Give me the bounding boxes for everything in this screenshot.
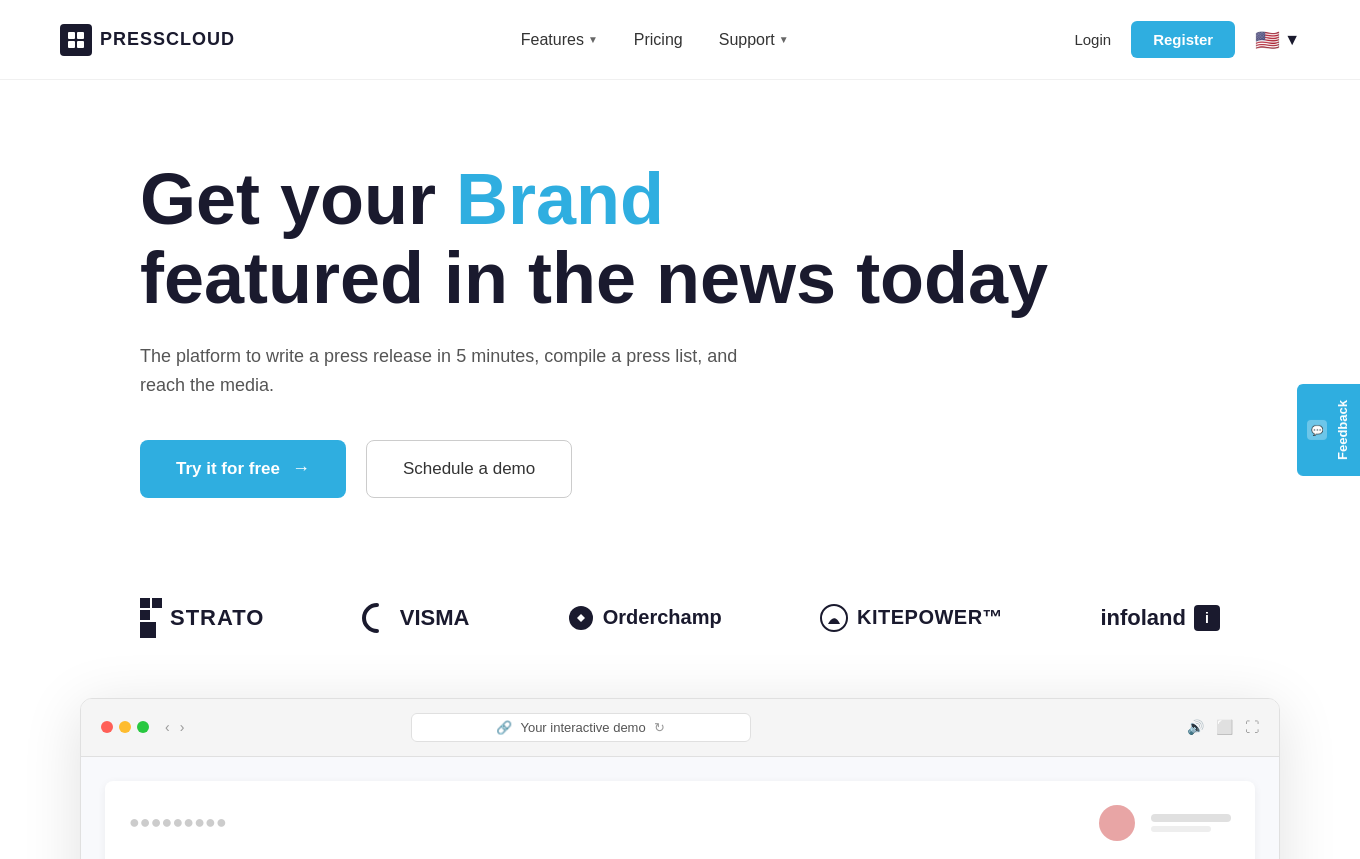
browser-url-bar[interactable]: 🔗 Your interactive demo ↻ [411,713,751,742]
user-role-line [1151,826,1211,832]
back-icon[interactable]: ‹ [165,719,170,735]
nav-actions: Login Register 🇺🇸 ▼ [1074,21,1300,58]
browser-bar: ‹ › 🔗 Your interactive demo ↻ 🔊 ⬜ ⛶ [81,699,1279,757]
logo-icon [60,24,92,56]
dot-yellow [119,721,131,733]
strato-logo: STRATO [140,598,264,638]
register-button[interactable]: Register [1131,21,1235,58]
strato-icon [140,598,162,638]
infoland-icon: i [1194,605,1220,631]
hero-section: Get your Brand featured in the news toda… [0,80,1360,558]
hero-subtitle: The platform to write a press release in… [140,342,780,400]
logo-text: PRESSCLOUD [100,29,235,50]
orderchamp-label: Orderchamp [603,606,722,629]
orderchamp-icon [567,604,595,632]
hero-brand-word: Brand [456,159,664,239]
nav-features[interactable]: Features ▼ [521,31,598,49]
lang-chevron-icon: ▼ [1284,31,1300,49]
browser-nav-icons: ‹ › [165,719,184,735]
orderchamp-logo: Orderchamp [567,604,722,632]
browser-dots [101,721,149,733]
kitepower-logo: KITEPOWER™ [819,603,1003,633]
dot-green [137,721,149,733]
nav-pricing[interactable]: Pricing [634,31,683,49]
link-icon: 🔗 [496,720,512,735]
flag-icon: 🇺🇸 [1255,28,1280,52]
infoland-label: infoland [1100,605,1186,631]
arrow-right-icon: → [292,458,310,479]
nav-support[interactable]: Support ▼ [719,31,789,49]
demo-header-row: ●●●●●●●●● [129,805,1231,841]
kitepower-icon [819,603,849,633]
svg-rect-2 [68,41,75,48]
hero-title: Get your Brand featured in the news toda… [140,160,1220,318]
browser-content: ●●●●●●●●● Dashboard Smart Press Release … [81,757,1279,859]
visma-label: VISMA [400,605,470,631]
audio-icon[interactable]: 🔊 [1187,719,1204,735]
demo-dashboard: ●●●●●●●●● Dashboard Smart Press Release … [105,781,1255,859]
feedback-icon: 💬 [1307,420,1327,440]
strato-label: STRATO [170,605,264,631]
feedback-tab[interactable]: 💬 Feedback [1297,384,1360,476]
logo-svg [66,30,86,50]
refresh-icon: ↻ [654,720,665,735]
try-free-button[interactable]: Try it for free → [140,440,346,498]
user-name-line [1151,814,1231,822]
nav-links: Features ▼ Pricing Support ▼ [521,31,789,49]
visma-icon [362,603,392,633]
svg-rect-0 [68,32,75,39]
svg-point-5 [821,605,847,631]
browser-window: ‹ › 🔗 Your interactive demo ↻ 🔊 ⬜ ⛶ ●●●●… [80,698,1280,859]
visma-logo: VISMA [362,603,470,633]
kitepower-label: KITEPOWER™ [857,606,1003,629]
demo-avatar [1099,805,1135,841]
hero-buttons: Try it for free → Schedule a demo [140,440,1220,498]
schedule-demo-button[interactable]: Schedule a demo [366,440,572,498]
chevron-down-icon-support: ▼ [779,34,789,45]
svg-rect-3 [77,41,84,48]
dot-red [101,721,113,733]
logos-section: STRATO VISMA Orderchamp KITEPOWER™ infol… [0,558,1360,698]
login-button[interactable]: Login [1074,31,1111,48]
demo-section: ‹ › 🔗 Your interactive demo ↻ 🔊 ⬜ ⛶ ●●●●… [0,698,1360,859]
forward-icon[interactable]: › [180,719,185,735]
browser-right-icons: 🔊 ⬜ ⛶ [1187,719,1259,735]
chevron-down-icon: ▼ [588,34,598,45]
site-logo[interactable]: PRESSCLOUD [60,24,235,56]
svg-rect-1 [77,32,84,39]
language-selector[interactable]: 🇺🇸 ▼ [1255,28,1300,52]
main-nav: PRESSCLOUD Features ▼ Pricing Support ▼ … [0,0,1360,80]
demo-brand-blur: ●●●●●●●●● [129,812,1087,833]
fullscreen-icon[interactable]: ⛶ [1245,719,1259,735]
picture-icon[interactable]: ⬜ [1216,719,1233,735]
infoland-logo: infoland i [1100,605,1220,631]
